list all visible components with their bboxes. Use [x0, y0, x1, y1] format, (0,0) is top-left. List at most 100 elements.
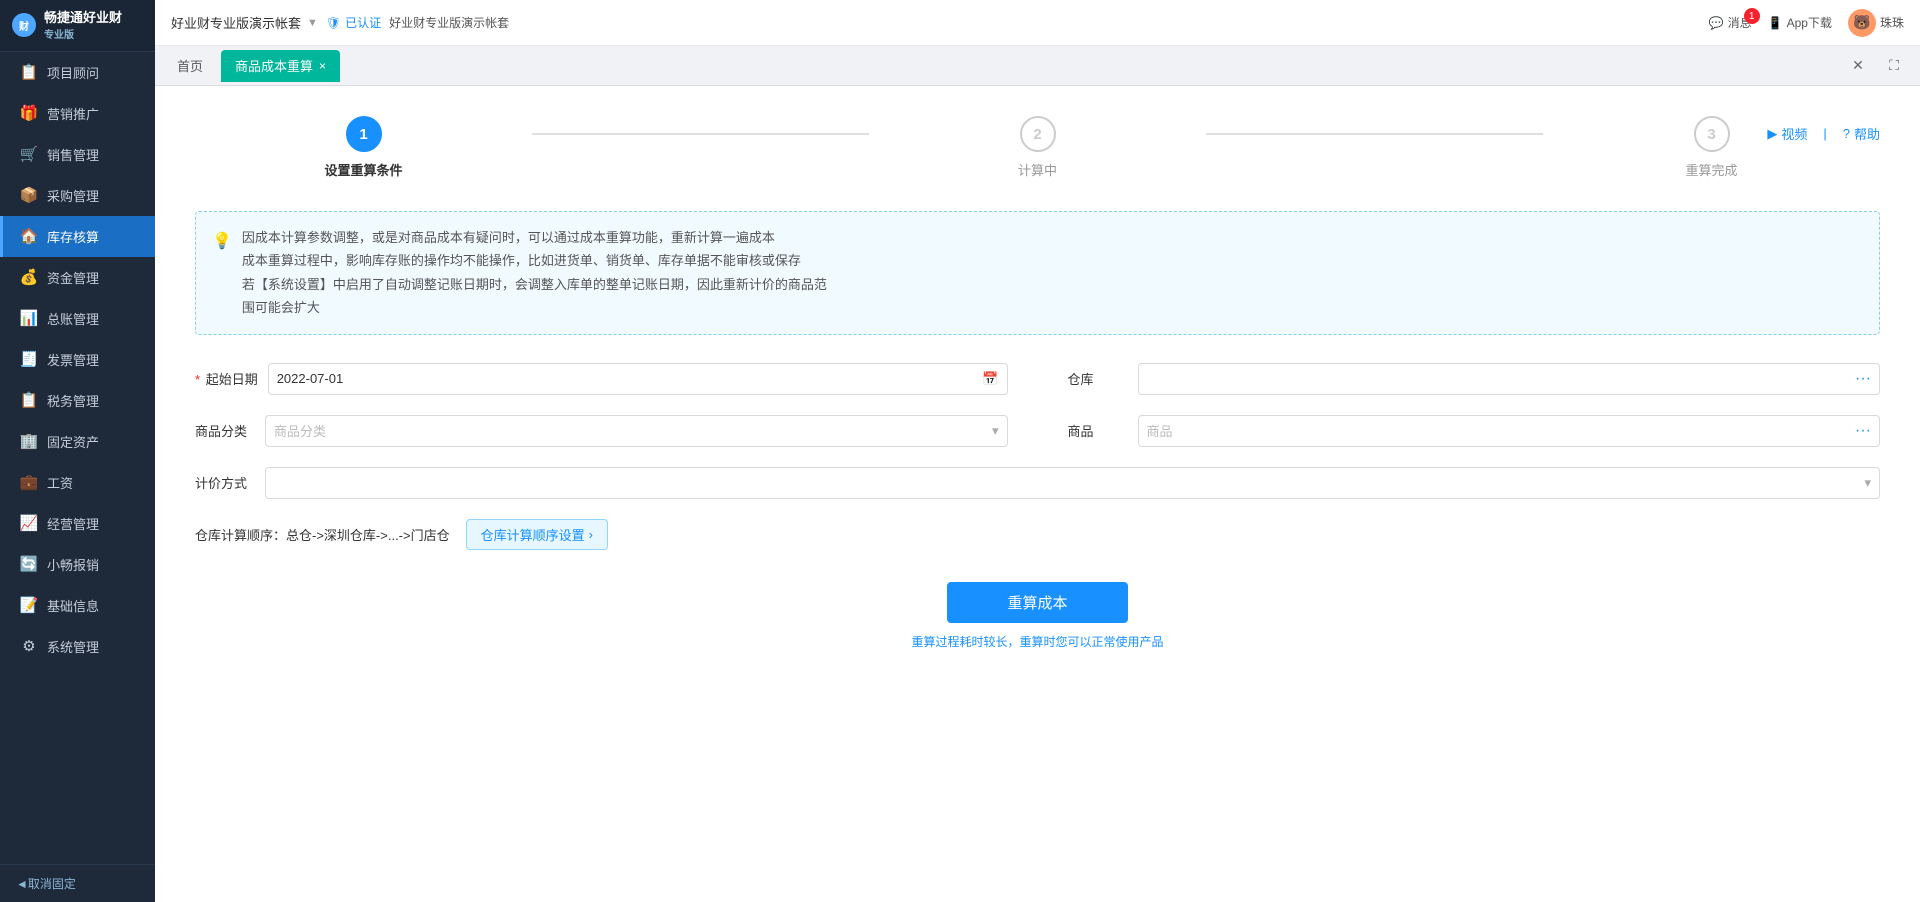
expense-icon: 🔄 — [19, 555, 39, 573]
start-date-row: * 起始日期 2022-07-01 📅 — [195, 363, 1008, 395]
step-1-circle: 1 — [346, 116, 382, 152]
edition-badge: 专业版 — [44, 26, 122, 41]
tab-close-icon[interactable]: × — [319, 59, 326, 73]
sidebar-item-sales[interactable]: 🛒 销售管理 — [0, 134, 155, 175]
arrow-right-icon: › — [589, 527, 593, 542]
inventory-icon: 🏠 — [19, 227, 39, 245]
steps-container: 1 设置重算条件 2 计算中 — [195, 116, 1880, 179]
help-link[interactable]: ? 帮助 — [1843, 124, 1880, 143]
app-download-label: App下载 — [1787, 14, 1832, 31]
sidebar-item-salary[interactable]: 💼 工资 — [0, 462, 155, 503]
pricing-row: 计价方式 ▾ — [195, 467, 1880, 499]
step-connector-1 — [532, 133, 869, 135]
pricing-label: 计价方式 — [195, 473, 255, 492]
sidebar-item-basic[interactable]: 📝 基础信息 — [0, 585, 155, 626]
pricing-input[interactable]: ▾ — [265, 467, 1880, 499]
step-2: 2 计算中 — [869, 116, 1206, 179]
warehouse-input[interactable]: ··· — [1138, 363, 1881, 395]
purchase-icon: 📦 — [19, 186, 39, 204]
sidebar-item-finance[interactable]: 💰 资金管理 — [0, 257, 155, 298]
tab-bar: 首页 商品成本重算 × ✕ ⛶ — [155, 46, 1920, 86]
play-icon: ▶ — [1767, 126, 1777, 142]
required-star: * — [195, 372, 200, 387]
info-line-1: 因成本计算参数调整，或是对商品成本有疑问时，可以通过成本重算功能，重新计算一遍成… — [242, 226, 827, 249]
account-display: 好业财专业版演示帐套 — [389, 14, 509, 31]
sidebar-item-inventory[interactable]: 🏠 库存核算 — [0, 216, 155, 257]
step-1: 1 设置重算条件 — [195, 116, 532, 179]
sidebar-item-label: 采购管理 — [47, 186, 99, 205]
warehouse-order-settings-button[interactable]: 仓库计算顺序设置 › — [466, 519, 608, 550]
sidebar-item-label: 税务管理 — [47, 391, 99, 410]
tab-bar-actions: ✕ ⛶ — [1844, 52, 1920, 80]
sidebar-item-accounting[interactable]: 📊 总账管理 — [0, 298, 155, 339]
chevron-down-icon[interactable]: ▾ — [992, 423, 999, 439]
start-date-input[interactable]: 2022-07-01 📅 — [268, 363, 1008, 395]
shield-icon: 🛡 — [326, 16, 341, 30]
unpin-label: ◄取消固定 — [16, 875, 76, 892]
warehouse-label: 仓库 — [1068, 369, 1128, 388]
step-3-circle: 3 — [1694, 116, 1730, 152]
sidebar-item-expense[interactable]: 🔄 小畅报销 — [0, 544, 155, 585]
stepper: 1 设置重算条件 2 计算中 — [195, 116, 1880, 179]
user-menu[interactable]: 🐻 珠珠 — [1848, 9, 1904, 37]
close-panel-button[interactable]: ✕ — [1844, 52, 1872, 80]
divider: | — [1823, 126, 1826, 141]
tab-recalc-label: 商品成本重算 — [235, 56, 313, 75]
sidebar-unpin[interactable]: ◄取消固定 — [0, 864, 155, 902]
app-download-button[interactable]: 📱 App下载 — [1768, 14, 1832, 31]
sidebar-item-operations[interactable]: 📈 经营管理 — [0, 503, 155, 544]
sidebar-item-label: 基础信息 — [47, 596, 99, 615]
category-input[interactable]: 商品分类 ▾ — [265, 415, 1008, 447]
info-line-3: 若【系统设置】中启用了自动调整记账日期时，会调整入库单的整单记账日期，因此重新计… — [242, 273, 827, 296]
goods-input[interactable]: 商品 ··· — [1138, 415, 1881, 447]
main-area: 好业财专业版演示帐套 ▼ 🛡 已认证 好业财专业版演示帐套 💬 消息 1 📱 A… — [155, 0, 1920, 902]
info-icon: 💡 — [212, 228, 232, 320]
more-icon[interactable]: ··· — [1855, 370, 1871, 388]
app-name: 畅捷通好业财 — [44, 10, 122, 26]
header-right: 💬 消息 1 📱 App下载 🐻 珠珠 — [1709, 9, 1904, 37]
more-icon-goods[interactable]: ··· — [1855, 422, 1871, 440]
content-area: 1 设置重算条件 2 计算中 — [155, 86, 1920, 902]
basic-icon: 📝 — [19, 596, 39, 614]
calendar-icon[interactable]: 📅 — [982, 371, 998, 387]
finance-icon: 💰 — [19, 268, 39, 286]
sidebar-item-label: 发票管理 — [47, 350, 99, 369]
sidebar-item-label: 库存核算 — [47, 227, 99, 246]
sidebar-item-marketing[interactable]: 🎁 营销推广 — [0, 93, 155, 134]
step-2-number: 2 — [1033, 126, 1041, 143]
message-button[interactable]: 💬 消息 1 — [1709, 14, 1752, 31]
step-1-number: 1 — [359, 126, 367, 143]
sales-icon: 🛒 — [19, 145, 39, 163]
pricing-chevron-icon[interactable]: ▾ — [1864, 475, 1871, 491]
top-header: 好业财专业版演示帐套 ▼ 🛡 已认证 好业财专业版演示帐套 💬 消息 1 📱 A… — [155, 0, 1920, 46]
account-selector[interactable]: 好业财专业版演示帐套 ▼ — [171, 13, 318, 32]
sidebar-item-system[interactable]: ⚙ 系统管理 — [0, 626, 155, 667]
sidebar-item-project[interactable]: 📋 项目顾问 — [0, 52, 155, 93]
connector-line-2 — [1206, 133, 1543, 135]
sidebar-item-tax[interactable]: 📋 税务管理 — [0, 380, 155, 421]
tab-recalc[interactable]: 商品成本重算 × — [221, 50, 340, 82]
invoice-icon: 🧾 — [19, 350, 39, 368]
recalc-button[interactable]: 重算成本 — [947, 582, 1127, 623]
video-link[interactable]: ▶ 视频 — [1767, 124, 1807, 143]
sidebar-item-label: 系统管理 — [47, 637, 99, 656]
sidebar-item-label: 经营管理 — [47, 514, 99, 533]
sidebar-item-label: 总账管理 — [47, 309, 99, 328]
sidebar-item-invoice[interactable]: 🧾 发票管理 — [0, 339, 155, 380]
category-row: 商品分类 商品分类 ▾ — [195, 415, 1008, 447]
step-2-label: 计算中 — [1018, 160, 1057, 179]
step-1-label: 设置重算条件 — [324, 160, 402, 179]
tab-home-label: 首页 — [177, 56, 203, 75]
project-icon: 📋 — [19, 63, 39, 81]
notification-badge: 1 — [1744, 8, 1760, 24]
tab-home[interactable]: 首页 — [163, 50, 217, 82]
expand-button[interactable]: ⛶ — [1880, 52, 1908, 80]
recalc-hint: 重算过程耗时较长，重算时您可以正常使用产品 — [911, 633, 1163, 650]
sidebar-item-assets[interactable]: 🏢 固定资产 — [0, 421, 155, 462]
operations-icon: 📈 — [19, 514, 39, 532]
goods-row: 商品 商品 ··· — [1068, 415, 1881, 447]
logo-icon: 财 — [12, 13, 36, 37]
sidebar-item-purchase[interactable]: 📦 采购管理 — [0, 175, 155, 216]
sidebar-item-label: 工资 — [47, 473, 73, 492]
start-date-label: * 起始日期 — [195, 369, 258, 388]
